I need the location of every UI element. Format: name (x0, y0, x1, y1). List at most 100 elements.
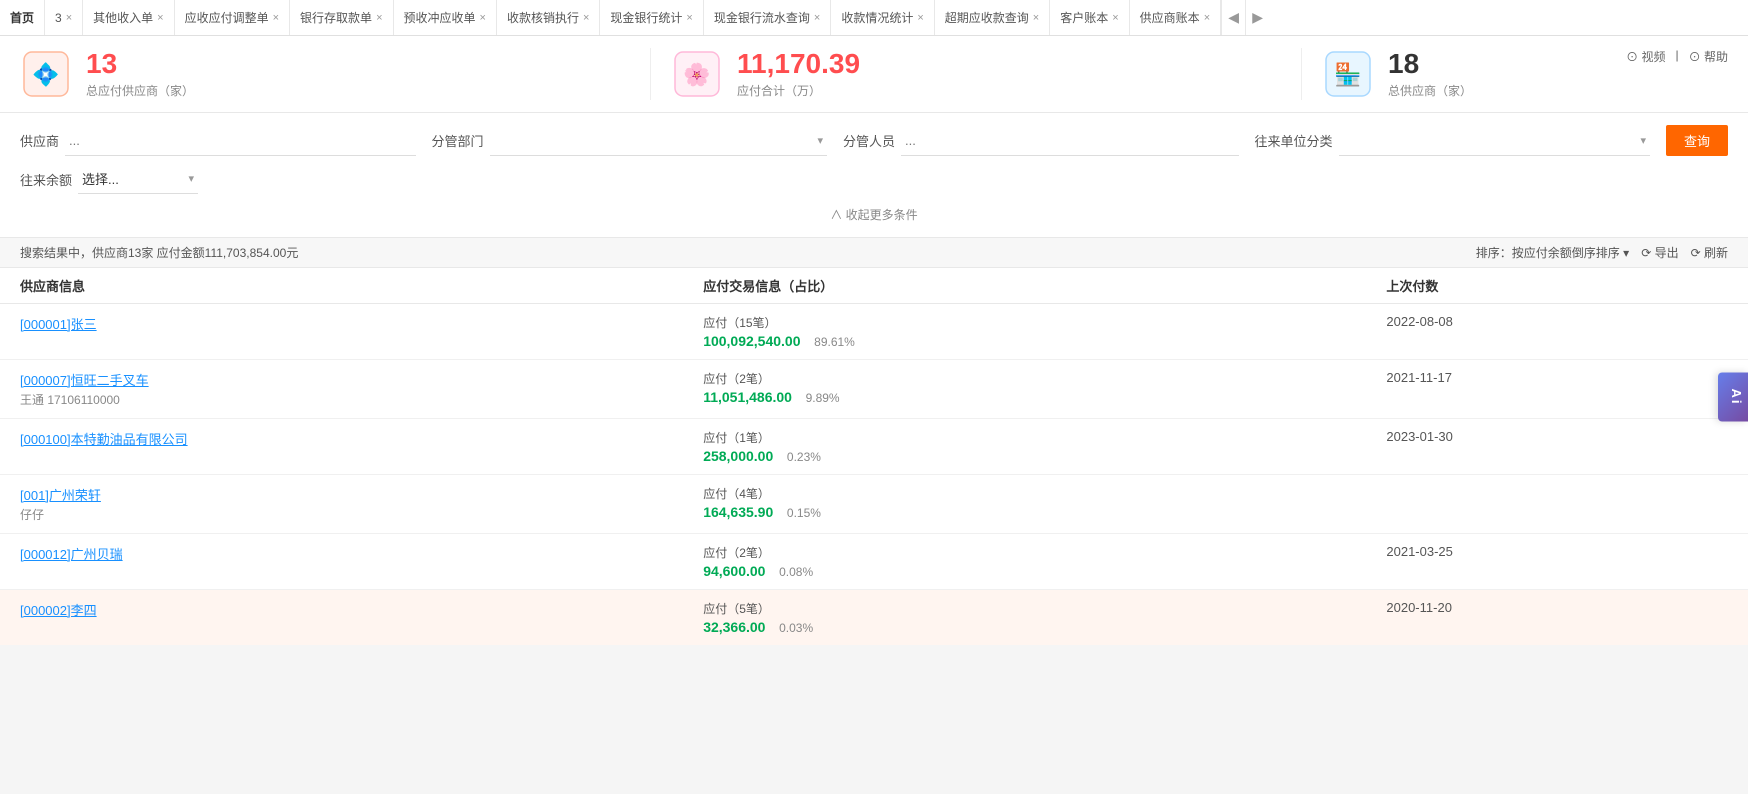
close-icon[interactable]: × (157, 12, 163, 24)
payable-suppliers-label: 总应付供应商（家） (86, 82, 194, 99)
table-row: [000012]广州贝瑞 应付（2笔） 94,600.00 0.08% 2021… (0, 534, 1748, 590)
close-icon[interactable]: × (686, 12, 692, 24)
transaction-info-cell: 应付（15笔） 100,092,540.00 89.61% (703, 314, 1386, 349)
transaction-info-cell: 应付（2笔） 94,600.00 0.08% (703, 544, 1386, 579)
col-transaction-info: 应付交易信息（占比） (703, 276, 1386, 295)
nav-tab-verify[interactable]: 收款核销执行 × (497, 0, 600, 36)
filter-row-2: 往来余额 选择... ▾ (20, 164, 1728, 194)
transaction-count: 应付（2笔） (703, 544, 1386, 561)
transaction-amount: 258,000.00 (703, 448, 773, 464)
supplier-filter: 供应商 (20, 126, 416, 156)
nav-tab-cash-stats[interactable]: 现金银行统计 × (600, 0, 703, 36)
payable-total-icon: 🌸 (671, 48, 723, 100)
transaction-amount: 94,600.00 (703, 563, 765, 579)
close-icon[interactable]: × (376, 12, 382, 24)
export-button[interactable]: ⟳ 导出 (1641, 244, 1678, 261)
close-icon[interactable]: × (583, 12, 589, 24)
supplier-info-cell: [000002]李四 (20, 600, 703, 619)
nav-tab-3[interactable]: 3 × (45, 0, 83, 36)
collapse-button[interactable]: ∧ 收起更多条件 (830, 206, 917, 223)
balance-select[interactable]: 选择... ▾ (78, 164, 198, 194)
nav-tab-bank[interactable]: 银行存取款单 × (290, 0, 393, 36)
nav-tab-cash-flow[interactable]: 现金银行流水查询 × (704, 0, 831, 36)
col-last-payment: 上次付数 (1386, 276, 1728, 295)
nav-next-button[interactable]: ▶ (1245, 0, 1269, 36)
nav-tab-adjustment[interactable]: 应收应付调整单 × (175, 0, 290, 36)
close-icon[interactable]: × (814, 12, 820, 24)
supplier-link[interactable]: [001]广州荣轩 (20, 488, 101, 503)
result-bar: 搜索结果中，供应商13家 应付金额111,703,854.00元 排序：按应付余… (0, 238, 1748, 268)
last-payment-date: 2023-01-30 (1386, 429, 1453, 444)
nav-tab-overdue[interactable]: 超期应收款查询 × (935, 0, 1050, 36)
supplier-link[interactable]: [000002]李四 (20, 603, 97, 618)
last-payment-cell: 2023-01-30 (1386, 429, 1728, 444)
verify-label: 收款核销执行 (507, 9, 579, 26)
nav-tab-receipt-stats[interactable]: 收款情况统计 × (831, 0, 934, 36)
transaction-count: 应付（2笔） (703, 370, 1386, 387)
transaction-amount: 32,366.00 (703, 619, 765, 635)
sort-label[interactable]: 排序：按应付余额倒序排序 ▾ (1476, 244, 1629, 261)
category-select[interactable]: ▾ (1339, 126, 1650, 156)
dept-filter-label: 分管部门 (432, 131, 484, 150)
close-icon[interactable]: × (480, 12, 486, 24)
category-filter: 往来单位分类 ▾ (1255, 126, 1651, 156)
supplier-table: 供应商信息 应付交易信息（占比） 上次付数 [000001]张三 应付（15笔）… (0, 268, 1748, 645)
top-nav: 首页 3 × 其他收入单 × 应收应付调整单 × 银行存取款单 × 预收冲应收单… (0, 0, 1748, 36)
help-link[interactable]: ⊙ 帮助 (1689, 48, 1728, 65)
nav-tab-supplier[interactable]: 供应商账本 × (1130, 0, 1221, 36)
transaction-info-cell: 应付（5笔） 32,366.00 0.03% (703, 600, 1386, 635)
payable-total-label: 应付合计（万） (737, 82, 860, 99)
transaction-percent: 0.03% (779, 621, 813, 635)
nav-tab-home[interactable]: 首页 (0, 0, 45, 36)
last-payment-cell: 2021-03-25 (1386, 544, 1728, 559)
close-icon[interactable]: × (1112, 12, 1118, 24)
transaction-count: 应付（5笔） (703, 600, 1386, 617)
supplier-link[interactable]: [000001]张三 (20, 317, 97, 332)
ai-assistant-button[interactable]: Ai (1718, 373, 1748, 422)
supplier-contact: 王通 17106110000 (20, 391, 703, 408)
last-payment-date: 2021-11-17 (1386, 370, 1452, 385)
payable-suppliers-number: 13 (86, 49, 194, 80)
nav-tab-other-income[interactable]: 其他收入单 × (83, 0, 174, 36)
transaction-amount: 11,051,486.00 (703, 389, 792, 405)
last-payment-date: 2022-08-08 (1386, 314, 1453, 329)
stats-header: 💠 13 总应付供应商（家） 🌸 11,170.39 应付合计（万） 🏪 (0, 36, 1748, 113)
payable-total-number: 11,170.39 (737, 49, 860, 80)
person-input[interactable] (901, 126, 1238, 156)
transaction-info-cell: 应付（2笔） 11,051,486.00 9.89% (703, 370, 1386, 405)
adjustment-label: 应收应付调整单 (185, 9, 269, 26)
supplier-link[interactable]: [000007]恒旺二手叉车 (20, 373, 149, 388)
close-icon[interactable]: × (1033, 12, 1039, 24)
transaction-amount: 100,092,540.00 (703, 333, 800, 349)
transaction-amount: 164,635.90 (703, 504, 773, 520)
nav-tab-prepay[interactable]: 预收冲应收单 × (394, 0, 497, 36)
supplier-link[interactable]: [000012]广州贝瑞 (20, 547, 123, 562)
dept-select[interactable]: ▾ (490, 126, 827, 156)
supplier-link[interactable]: [000100]本特勤油品有限公司 (20, 432, 188, 447)
nav-prev-button[interactable]: ◀ (1221, 0, 1245, 36)
filter-row-1: 供应商 分管部门 ▾ 分管人员 往来单位分类 ▾ 查询 (20, 125, 1728, 156)
category-filter-label: 往来单位分类 (1255, 131, 1333, 150)
video-link[interactable]: ⊙ 视频 (1626, 48, 1665, 65)
transaction-count: 应付（4笔） (703, 485, 1386, 502)
table-row: [001]广州荣轩 仔仔 应付（4笔） 164,635.90 0.15% (0, 475, 1748, 534)
close-icon[interactable]: × (1204, 12, 1210, 24)
supplier-tab-label: 供应商账本 (1140, 9, 1200, 26)
supplier-input[interactable] (65, 126, 415, 156)
close-icon[interactable]: × (66, 12, 72, 24)
refresh-button[interactable]: ⟳ 刷新 (1691, 244, 1728, 261)
query-button[interactable]: 查询 (1666, 125, 1728, 156)
supplier-info-cell: [001]广州荣轩 仔仔 (20, 485, 703, 523)
nav-tab-customer[interactable]: 客户账本 × (1050, 0, 1129, 36)
total-suppliers-info: 18 总供应商（家） (1388, 49, 1472, 99)
bank-label: 银行存取款单 (300, 9, 372, 26)
chevron-down-icon: ▾ (817, 134, 823, 147)
close-icon[interactable]: × (917, 12, 923, 24)
transaction-count: 应付（15笔） (703, 314, 1386, 331)
col-supplier-info: 供应商信息 (20, 276, 703, 295)
table-row: [000100]本特勤油品有限公司 应付（1笔） 258,000.00 0.23… (0, 419, 1748, 475)
close-icon[interactable]: × (273, 12, 279, 24)
payable-total-info: 11,170.39 应付合计（万） (737, 49, 860, 99)
receipt-stats-label: 收款情况统计 (841, 9, 913, 26)
transaction-info-cell: 应付（4笔） 164,635.90 0.15% (703, 485, 1386, 520)
